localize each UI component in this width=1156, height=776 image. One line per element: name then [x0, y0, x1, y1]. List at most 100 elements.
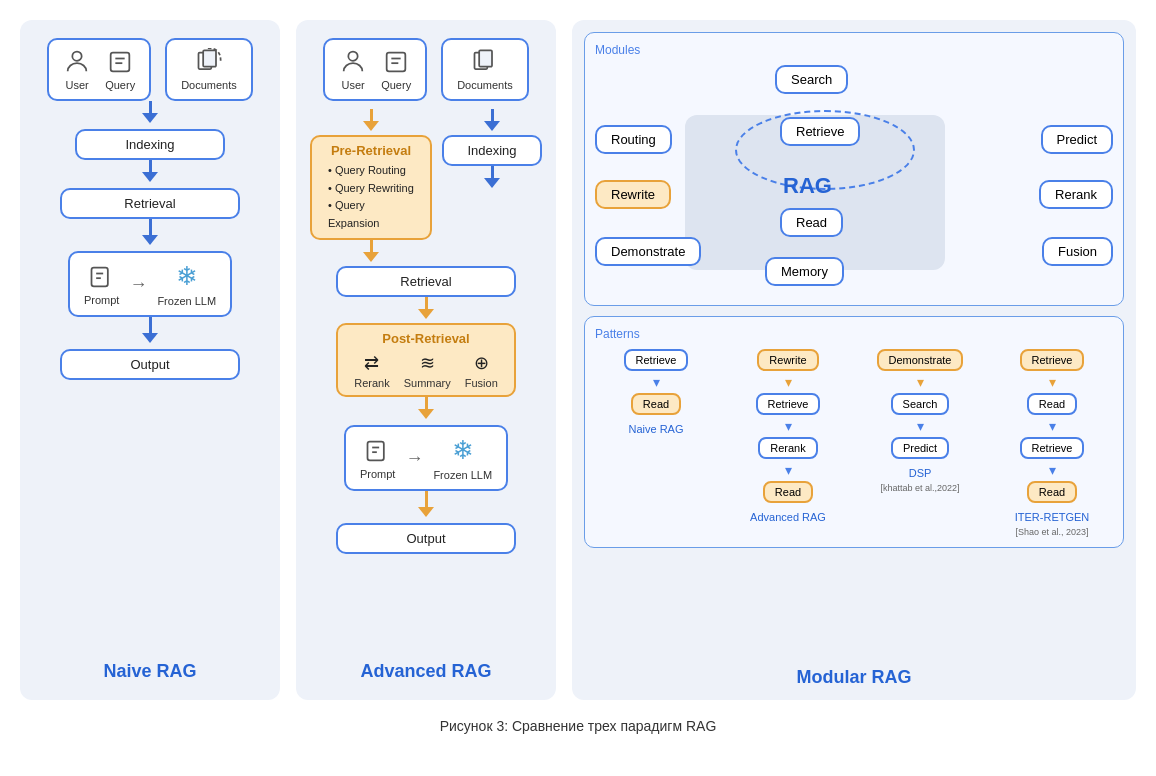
pa-retrieve: Retrieve [756, 393, 821, 415]
advanced-input-row: User Query Documents [323, 38, 529, 101]
pre-retrieval-line-top [370, 109, 373, 121]
advanced-docs-label: Documents [457, 79, 513, 91]
advanced-rag-title: Advanced RAG [360, 661, 491, 682]
svg-rect-5 [203, 50, 216, 66]
pi-arrow1: ▾ [1049, 375, 1056, 389]
svg-rect-1 [111, 53, 130, 72]
naive-indexing-box: Indexing [75, 129, 225, 160]
advanced-prompt-label: Prompt [360, 468, 395, 480]
pd-title: DSP [909, 467, 932, 479]
pa-rewrite: Rewrite [757, 349, 818, 371]
mod-rag-label: RAG [783, 173, 832, 199]
indexing-line-top [491, 109, 494, 121]
figure-caption: Рисунок 3: Сравнение трех парадигм RAG [440, 718, 717, 734]
advanced-prompt-box: Prompt [360, 437, 395, 480]
pi-arrow3: ▾ [1049, 463, 1056, 477]
pre-item-2: • Query Rewriting [328, 180, 414, 198]
naive-prompt-box: Prompt [84, 263, 119, 306]
advanced-docs-icon-box: Documents [457, 48, 513, 91]
advanced-query-label: Query [381, 79, 411, 91]
pre-item-1: • Query Routing [328, 162, 414, 180]
advanced-frozen-llm-box: ❄ Frozen LLM [433, 435, 492, 481]
pn-read: Read [631, 393, 681, 415]
svg-rect-6 [91, 267, 107, 286]
adv-snowflake-icon: ❄ [452, 435, 474, 466]
naive-arrow-1-line [149, 101, 152, 113]
pd-search: Search [891, 393, 950, 415]
pd-arrow1: ▾ [917, 375, 924, 389]
patterns-section: Patterns Retrieve ▾ Read Naive RAG Rewri… [584, 316, 1124, 548]
naive-arrow-3 [142, 235, 158, 245]
pn-arrow1: ▾ [653, 375, 660, 389]
advanced-docs-box: Documents [441, 38, 529, 101]
mod-fusion: Fusion [1042, 237, 1113, 266]
indexing-arrow-top [484, 121, 500, 131]
naive-input-row: User Query Documents [47, 38, 253, 101]
pd-subtitle: [khattab et al.,2022] [880, 483, 959, 493]
advanced-llm-box: Prompt → ❄ Frozen LLM [344, 425, 508, 491]
pa-arrow1: ▾ [785, 375, 792, 389]
adv-line-llm [425, 397, 428, 409]
pre-retrieval-items: • Query Routing • Query Rewriting • Quer… [328, 162, 414, 232]
mod-rerank: Rerank [1039, 180, 1113, 209]
naive-arrow-4 [142, 333, 158, 343]
pre-retrieval-header: Pre-Retrieval [328, 143, 414, 158]
advanced-frozen-llm-label: Frozen LLM [433, 469, 492, 481]
pd-predict: Predict [891, 437, 949, 459]
pn-title: Naive RAG [628, 423, 683, 435]
pre-retrieval-arrow-bot [363, 252, 379, 262]
advanced-mid-row: Pre-Retrieval • Query Routing • Query Re… [310, 109, 542, 262]
naive-user-label: User [66, 79, 89, 91]
modules-grid: Search Routing Predict Retrieve Rewrite … [595, 65, 1113, 295]
snowflake-icon: ❄ [176, 261, 198, 292]
mod-read: Read [780, 208, 843, 237]
advanced-rag-panel: User Query Documents [296, 20, 556, 700]
naive-docs-label: Documents [181, 79, 237, 91]
indexing-arrow-bot [484, 178, 500, 188]
pa-arrow3: ▾ [785, 463, 792, 477]
modular-rag-panel: Modules Search Routing Predict Retrieve … [572, 20, 1136, 700]
advanced-user-label: User [342, 79, 365, 91]
prompt-icon [88, 263, 116, 291]
pattern-advanced-rag: Rewrite ▾ Retrieve ▾ Rerank ▾ Read Advan… [727, 349, 849, 537]
adv-arrow-llm [418, 409, 434, 419]
fusion-icon: ⊕ [474, 352, 489, 374]
pi-title: ITER-RETGEN [1015, 511, 1090, 523]
post-summary: ≋ Summary [404, 352, 451, 389]
naive-output-box: Output [60, 349, 240, 380]
pn-retrieve: Retrieve [624, 349, 689, 371]
mod-memory: Memory [765, 257, 844, 286]
naive-frozen-llm-box: ❄ Frozen LLM [157, 261, 216, 307]
advanced-indexing-box: Indexing [442, 135, 542, 166]
naive-arrow-1 [142, 113, 158, 123]
mod-rewrite: Rewrite [595, 180, 671, 209]
pi-read2: Read [1027, 481, 1077, 503]
svg-rect-15 [367, 442, 383, 461]
adv-line-post [425, 297, 428, 309]
post-fusion-label: Fusion [465, 377, 498, 389]
pd-arrow2: ▾ [917, 419, 924, 433]
adv-line-output [425, 491, 428, 507]
pa-arrow2: ▾ [785, 419, 792, 433]
naive-user-query-box: User Query [47, 38, 151, 101]
post-rerank-label: Rerank [354, 377, 389, 389]
advanced-user-icon-box: User [339, 48, 367, 91]
naive-prompt-label: Prompt [84, 294, 119, 306]
naive-frozen-llm-label: Frozen LLM [157, 295, 216, 307]
pi-read1: Read [1027, 393, 1077, 415]
post-summary-label: Summary [404, 377, 451, 389]
pattern-naive-rag: Retrieve ▾ Read Naive RAG [595, 349, 717, 537]
modules-section: Modules Search Routing Predict Retrieve … [584, 32, 1124, 306]
pattern-iter-retgen: Retrieve ▾ Read ▾ Retrieve ▾ Read ITER-R… [991, 349, 1113, 537]
adv-prompt-icon [364, 437, 392, 465]
adv-query-icon [382, 48, 410, 76]
adv-arrow-output [418, 507, 434, 517]
naive-docs-icon-box: Documents [181, 48, 237, 91]
mod-retrieve: Retrieve [780, 117, 860, 146]
svg-point-0 [73, 52, 82, 61]
naive-user-icon-box: User [63, 48, 91, 91]
naive-query-label: Query [105, 79, 135, 91]
post-retrieval-inner: ⇄ Rerank ≋ Summary ⊕ Fusion [354, 352, 498, 389]
svg-point-9 [349, 52, 358, 61]
pd-demonstrate: Demonstrate [877, 349, 964, 371]
